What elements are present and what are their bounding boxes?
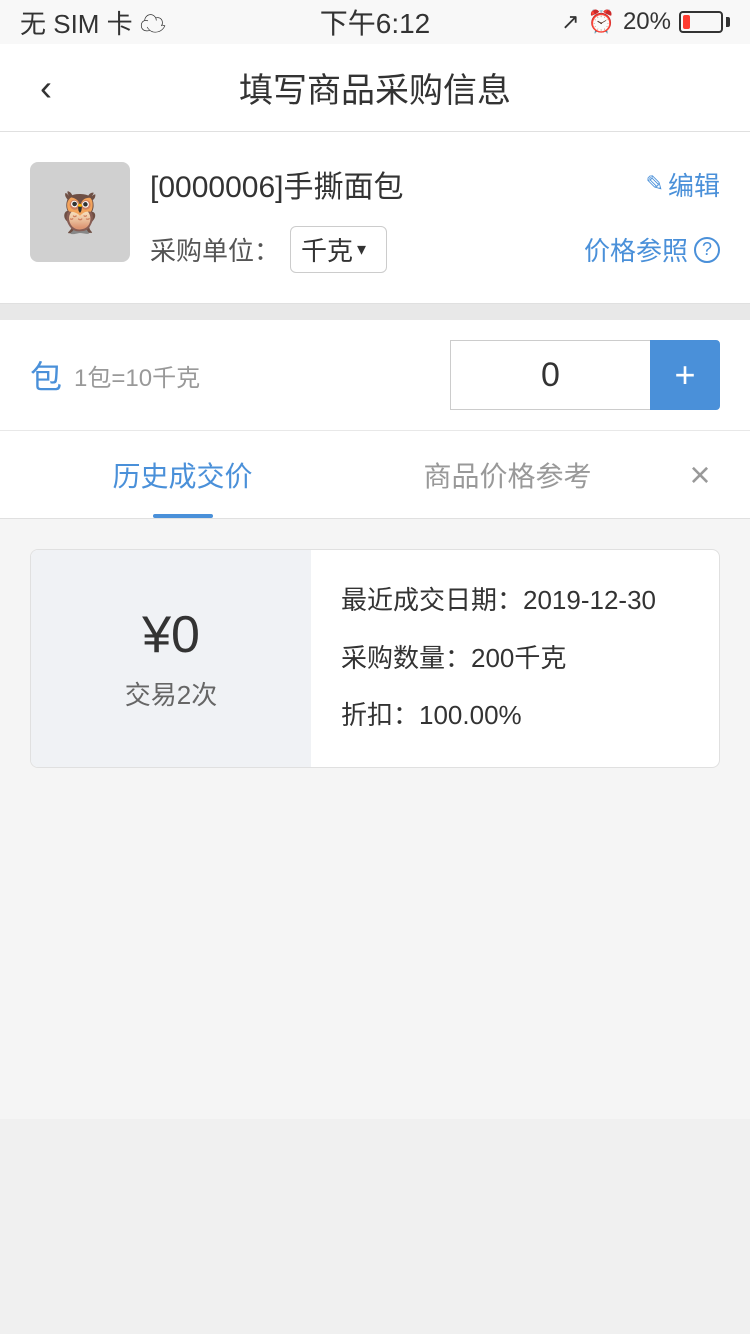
status-bar: 无 SIM 卡 ☁ 下午6:12 ↗ ⏰ 20% bbox=[0, 0, 750, 44]
product-info: [0000006]手撕面包 ✎ 编辑 采购单位： 千克 ▾ 价格参照 ? bbox=[150, 162, 720, 273]
tab-product-price-ref-label: 商品价格参考 bbox=[423, 455, 591, 495]
recent-date-label: 最近成交日期： bbox=[341, 585, 523, 615]
purchase-qty-label: 采购数量： bbox=[341, 643, 471, 673]
location-icon: ↗ bbox=[561, 9, 579, 35]
alarm-icon: ⏰ bbox=[588, 9, 615, 35]
status-right: ↗ ⏰ 20% bbox=[561, 8, 730, 36]
status-left: 无 SIM 卡 ☁ bbox=[20, 4, 166, 41]
quantity-input-group: + bbox=[450, 340, 720, 410]
tab-history-price-label: 历史成交价 bbox=[112, 455, 252, 495]
sim-label: 无 SIM 卡 ☁ bbox=[20, 4, 166, 41]
content-area: ¥0 交易2次 最近成交日期：2019-12-30 采购数量：200千克 折扣：… bbox=[0, 519, 750, 1119]
unit-value: 千克 bbox=[301, 231, 353, 268]
price-card: ¥0 交易2次 最近成交日期：2019-12-30 采购数量：200千克 折扣：… bbox=[30, 549, 720, 768]
close-button[interactable]: × bbox=[670, 454, 730, 496]
price-value: ¥0 bbox=[142, 605, 200, 665]
edit-icon: ✎ bbox=[646, 171, 664, 197]
edit-label: 编辑 bbox=[668, 166, 720, 203]
quantity-row: 包 1包=10千克 + bbox=[0, 320, 750, 431]
price-card-left: ¥0 交易2次 bbox=[31, 550, 311, 767]
battery-indicator bbox=[679, 11, 730, 33]
edit-button[interactable]: ✎ 编辑 bbox=[646, 166, 720, 203]
discount-row: 折扣：100.00% bbox=[341, 695, 689, 737]
recent-date-row: 最近成交日期：2019-12-30 bbox=[341, 580, 689, 622]
quantity-input[interactable] bbox=[450, 340, 650, 410]
page-title: 填写商品采购信息 bbox=[239, 63, 511, 112]
nav-bar: ‹ 填写商品采购信息 bbox=[0, 44, 750, 132]
price-card-right: 最近成交日期：2019-12-30 采购数量：200千克 折扣：100.00% bbox=[311, 550, 719, 767]
price-transactions: 交易2次 bbox=[125, 675, 217, 712]
tab-history-price[interactable]: 历史成交价 bbox=[20, 431, 345, 518]
back-button[interactable]: ‹ bbox=[30, 57, 62, 119]
unit-select[interactable]: 千克 ▾ bbox=[290, 226, 387, 273]
purchase-unit-label: 采购单位： bbox=[150, 231, 280, 268]
plus-button[interactable]: + bbox=[650, 340, 720, 410]
product-image: 🦉 bbox=[30, 162, 130, 262]
unit-badge: 包 bbox=[30, 352, 62, 398]
purchase-qty-value: 200千克 bbox=[471, 643, 566, 673]
product-logo-icon: 🦉 bbox=[55, 189, 105, 236]
price-reference-link[interactable]: 价格参照 ? bbox=[584, 231, 720, 268]
help-icon: ? bbox=[694, 237, 720, 263]
discount-value: 100.00% bbox=[419, 700, 522, 730]
quantity-label: 包 1包=10千克 bbox=[30, 352, 200, 398]
recent-date-value: 2019-12-30 bbox=[523, 585, 656, 615]
discount-label: 折扣： bbox=[341, 700, 419, 730]
tab-product-price-ref[interactable]: 商品价格参考 bbox=[345, 431, 670, 518]
status-time: 下午6:12 bbox=[320, 2, 431, 42]
price-ref-label: 价格参照 bbox=[584, 231, 688, 268]
unit-conversion: 1包=10千克 bbox=[74, 358, 200, 393]
product-name-row: [0000006]手撕面包 ✎ 编辑 bbox=[150, 162, 720, 206]
tabs-bar: 历史成交价 商品价格参考 × bbox=[0, 431, 750, 519]
product-card: 🦉 [0000006]手撕面包 ✎ 编辑 采购单位： 千克 ▾ 价格参照 ? bbox=[0, 132, 750, 304]
dropdown-icon: ▾ bbox=[357, 239, 366, 260]
purchase-unit-row: 采购单位： 千克 ▾ 价格参照 ? bbox=[150, 226, 720, 273]
battery-percent: 20% bbox=[623, 8, 671, 36]
section-divider bbox=[0, 304, 750, 320]
purchase-qty-row: 采购数量：200千克 bbox=[341, 638, 689, 680]
tab-active-indicator bbox=[153, 514, 213, 518]
product-name: [0000006]手撕面包 bbox=[150, 162, 403, 206]
purchase-unit-left: 采购单位： 千克 ▾ bbox=[150, 226, 387, 273]
